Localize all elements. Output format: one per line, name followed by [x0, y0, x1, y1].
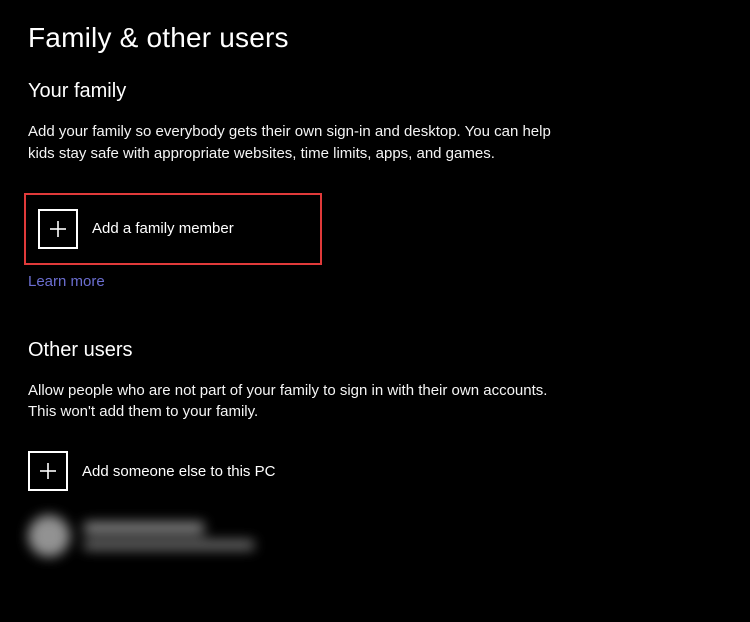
user-entry[interactable] [28, 515, 722, 557]
your-family-heading: Your family [28, 80, 722, 103]
avatar [28, 515, 70, 557]
plus-icon [28, 451, 68, 491]
other-users-heading: Other users [28, 339, 722, 362]
add-family-member-label: Add a family member [92, 220, 234, 237]
user-text [84, 522, 254, 550]
your-family-description: Add your family so everybody gets their … [28, 121, 568, 165]
page-title: Family & other users [28, 22, 722, 54]
add-other-user-button[interactable]: Add someone else to this PC [28, 451, 722, 491]
add-family-member-button[interactable]: Add a family member [24, 193, 322, 265]
other-users-description: Allow people who are not part of your fa… [28, 380, 568, 424]
learn-more-link[interactable]: Learn more [28, 273, 105, 290]
plus-icon [38, 209, 78, 249]
add-other-user-label: Add someone else to this PC [82, 463, 275, 480]
